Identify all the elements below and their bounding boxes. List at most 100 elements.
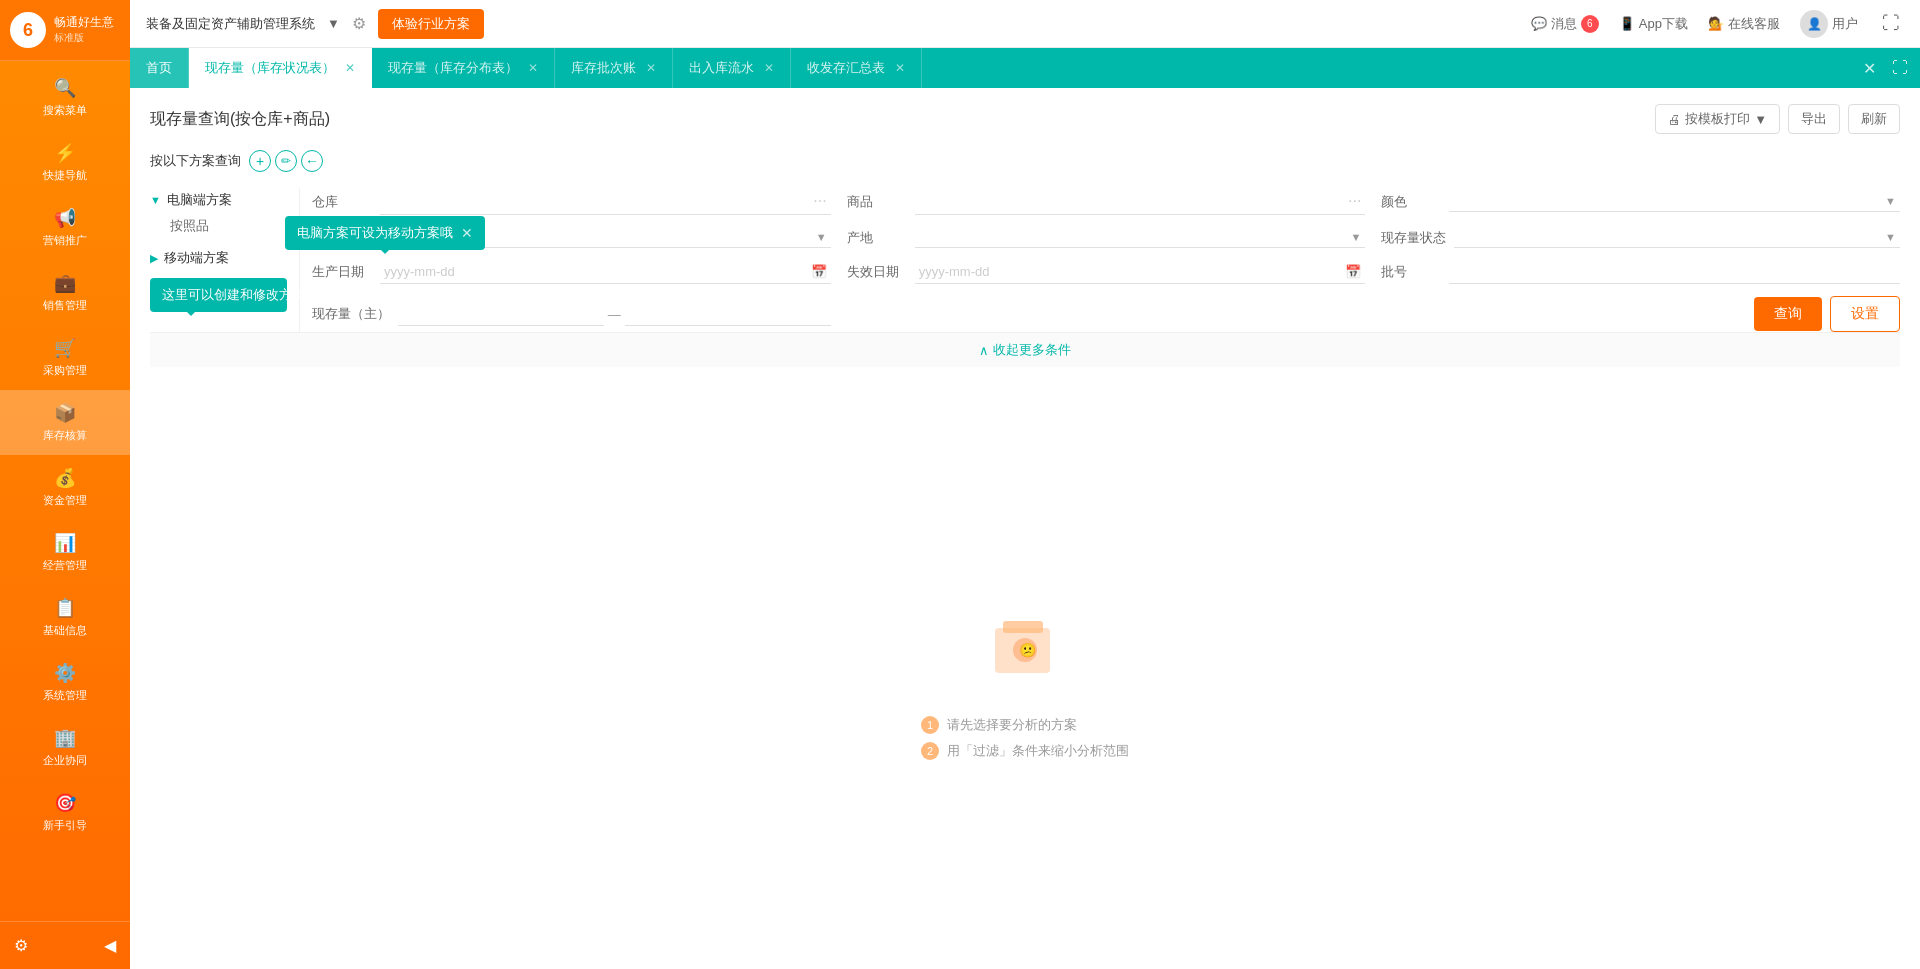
gear-icon[interactable]: ⚙ <box>352 14 366 33</box>
sidebar-item-quick-nav[interactable]: ⚡ 快捷导航 <box>0 130 130 195</box>
sidebar-item-finance[interactable]: 💰 资金管理 <box>0 455 130 520</box>
stock-status-label: 现存量状态 <box>1381 229 1446 247</box>
system-selector[interactable]: ▼ <box>327 16 340 31</box>
empty-state: 😕 1 请先选择要分析的方案 2 用「过滤」条件来缩小分析范围 <box>130 383 1920 969</box>
edit-scheme-button[interactable]: ✏ <box>275 150 297 172</box>
goods-input[interactable]: ··· <box>915 188 1366 215</box>
warehouse-input[interactable]: ··· <box>380 188 831 215</box>
color-label: 颜色 <box>1381 193 1441 211</box>
tab-home[interactable]: 首页 <box>130 48 189 88</box>
filter-row-4: 现存量（主） — 查询 设置 <box>312 296 1900 332</box>
message-badge: 6 <box>1581 15 1599 33</box>
tab-close-all-icon[interactable]: ✕ <box>1859 55 1880 82</box>
tab-close-icon[interactable]: ✕ <box>895 61 905 75</box>
tab-close-icon[interactable]: ✕ <box>528 61 538 75</box>
operation-icon: 📊 <box>54 532 76 554</box>
print-button[interactable]: 🖨 按模板打印 ▼ <box>1655 104 1780 134</box>
sidebar-item-basic[interactable]: 📋 基础信息 <box>0 585 130 650</box>
chevron-down-icon: ▼ <box>327 16 340 31</box>
tab-label: 收发存汇总表 <box>807 59 885 77</box>
tab-close-icon[interactable]: ✕ <box>646 61 656 75</box>
tab-label: 现存量（库存状况表） <box>205 59 335 77</box>
scheme-item[interactable]: 按照品 <box>150 214 287 238</box>
filter-row-1: 仓库 ··· 商品 <box>312 188 1900 215</box>
fullscreen-icon[interactable]: ⛶ <box>1878 9 1904 38</box>
sidebar-item-system[interactable]: ⚙️ 系统管理 <box>0 650 130 715</box>
sidebar-item-label: 新手引导 <box>43 818 87 833</box>
message-button[interactable]: 💬 消息 6 <box>1531 15 1599 33</box>
collapse-bar[interactable]: ∧ 收起更多条件 <box>150 332 1900 367</box>
export-button[interactable]: 导出 <box>1788 104 1840 134</box>
online-service-button[interactable]: 💁 在线客服 <box>1708 15 1780 33</box>
prod-date-input[interactable]: yyyy-mm-dd 📅 <box>380 260 831 284</box>
stock-qty-max-input[interactable] <box>625 302 831 326</box>
calendar-icon[interactable]: 📅 <box>1345 264 1361 279</box>
tab-in-out-flow[interactable]: 出入库流水 ✕ <box>673 48 791 88</box>
sidebar-bottom: ⚙ ◀ <box>0 921 130 969</box>
filter-field-stock-qty: 现存量（主） — <box>312 302 831 326</box>
logo-text: 畅通好生意 <box>54 15 114 31</box>
sidebar-item-inventory[interactable]: 📦 库存核算 <box>0 390 130 455</box>
query-section: 现存量查询(按仓库+商品) 🖨 按模板打印 ▼ 导出 刷新 按以下方案查询 <box>130 88 1920 383</box>
filter-area: 按以下方案查询 + ✏ ← 电脑方案可设为移动方案哦 ✕ <box>150 150 1900 332</box>
system-icon: ⚙️ <box>54 662 76 684</box>
mobile-icon: 📱 <box>1619 16 1635 31</box>
user-menu[interactable]: 👤 用户 <box>1800 10 1858 38</box>
sidebar-item-sales[interactable]: 💼 销售管理 <box>0 260 130 325</box>
sidebar-logo: 6 畅通好生意 标准版 <box>0 0 130 61</box>
prev-scheme-button[interactable]: ← <box>301 150 323 172</box>
mobile-scheme-header[interactable]: ▶ 移动端方案 <box>150 246 287 270</box>
stock-status-select[interactable]: ▼ <box>1454 227 1900 248</box>
desktop-scheme-label: 电脑端方案 <box>167 191 232 209</box>
tab-batch-ledger[interactable]: 库存批次账 ✕ <box>555 48 673 88</box>
stock-qty-min-input[interactable] <box>398 302 604 326</box>
refresh-button[interactable]: 刷新 <box>1848 104 1900 134</box>
expire-date-input[interactable]: yyyy-mm-dd 📅 <box>915 260 1366 284</box>
experience-button[interactable]: 体验行业方案 <box>378 9 484 39</box>
filter-field-goods: 商品 ··· <box>847 188 1366 215</box>
header-right: 💬 消息 6 📱 App下载 💁 在线客服 👤 用户 ⛶ <box>1531 9 1904 38</box>
settings-button[interactable]: ⚙ <box>10 932 32 959</box>
tab-label: 现存量（库存分布表） <box>388 59 518 77</box>
tab-fullscreen-icon[interactable]: ⛶ <box>1888 55 1912 81</box>
color-select[interactable]: ▼ <box>1449 191 1900 212</box>
search-button[interactable]: 查询 <box>1754 297 1822 331</box>
query-title-area: 现存量查询(按仓库+商品) 🖨 按模板打印 ▼ 导出 刷新 <box>150 104 1900 134</box>
add-scheme-button[interactable]: + <box>249 150 271 172</box>
print-dropdown-icon: ▼ <box>1754 112 1767 127</box>
prod-date-label: 生产日期 <box>312 263 372 281</box>
add-icon: + <box>256 153 264 169</box>
reset-button[interactable]: 设置 <box>1830 296 1900 332</box>
app-download-button[interactable]: 📱 App下载 <box>1619 15 1688 33</box>
tab-inventory-status[interactable]: 现存量（库存状况表） ✕ <box>189 48 372 88</box>
desktop-scheme-header[interactable]: ▼ 电脑端方案 <box>150 188 287 212</box>
sidebar-item-operation[interactable]: 📊 经营管理 <box>0 520 130 585</box>
calendar-icon[interactable]: 📅 <box>811 264 827 279</box>
tab-recv-send-summary[interactable]: 收发存汇总表 ✕ <box>791 48 922 88</box>
scheme-popup: 电脑方案可设为移动方案哦 ✕ <box>285 216 485 250</box>
scheme-edit-close[interactable]: ✕ <box>326 287 338 303</box>
expire-date-placeholder: yyyy-mm-dd <box>919 264 990 279</box>
sidebar-item-label: 销售管理 <box>43 298 87 313</box>
sidebar-item-enterprise[interactable]: 🏢 企业协同 <box>0 715 130 780</box>
scheme-popup-close[interactable]: ✕ <box>461 225 473 241</box>
origin-select[interactable]: ▼ <box>915 227 1366 248</box>
sidebar-item-newbie[interactable]: 🎯 新手引导 <box>0 780 130 845</box>
batch-no-input[interactable] <box>1449 260 1900 284</box>
filter-field-origin: 产地 ▼ <box>847 227 1366 248</box>
system-title: 装备及固定资产辅助管理系统 <box>146 15 315 33</box>
expire-date-label: 失效日期 <box>847 263 907 281</box>
collapse-sidebar-button[interactable]: ◀ <box>100 932 120 959</box>
tab-inventory-dist[interactable]: 现存量（库存分布表） ✕ <box>372 48 555 88</box>
sidebar-item-purchase[interactable]: 🛒 采购管理 <box>0 325 130 390</box>
sidebar-item-label: 企业协同 <box>43 753 87 768</box>
filter-right: 仓库 ··· 商品 <box>312 188 1900 332</box>
tab-close-icon[interactable]: ✕ <box>345 61 355 75</box>
service-icon: 💁 <box>1708 16 1724 31</box>
user-label: 用户 <box>1832 15 1858 33</box>
tab-close-icon[interactable]: ✕ <box>764 61 774 75</box>
sidebar-item-label: 营销推广 <box>43 233 87 248</box>
sidebar-item-search-menu[interactable]: 🔍 搜索菜单 <box>0 65 130 130</box>
sidebar-item-marketing[interactable]: 📢 营销推广 <box>0 195 130 260</box>
filter-header-row: 按以下方案查询 + ✏ ← 电脑方案可设为移动方案哦 ✕ <box>150 150 1900 172</box>
